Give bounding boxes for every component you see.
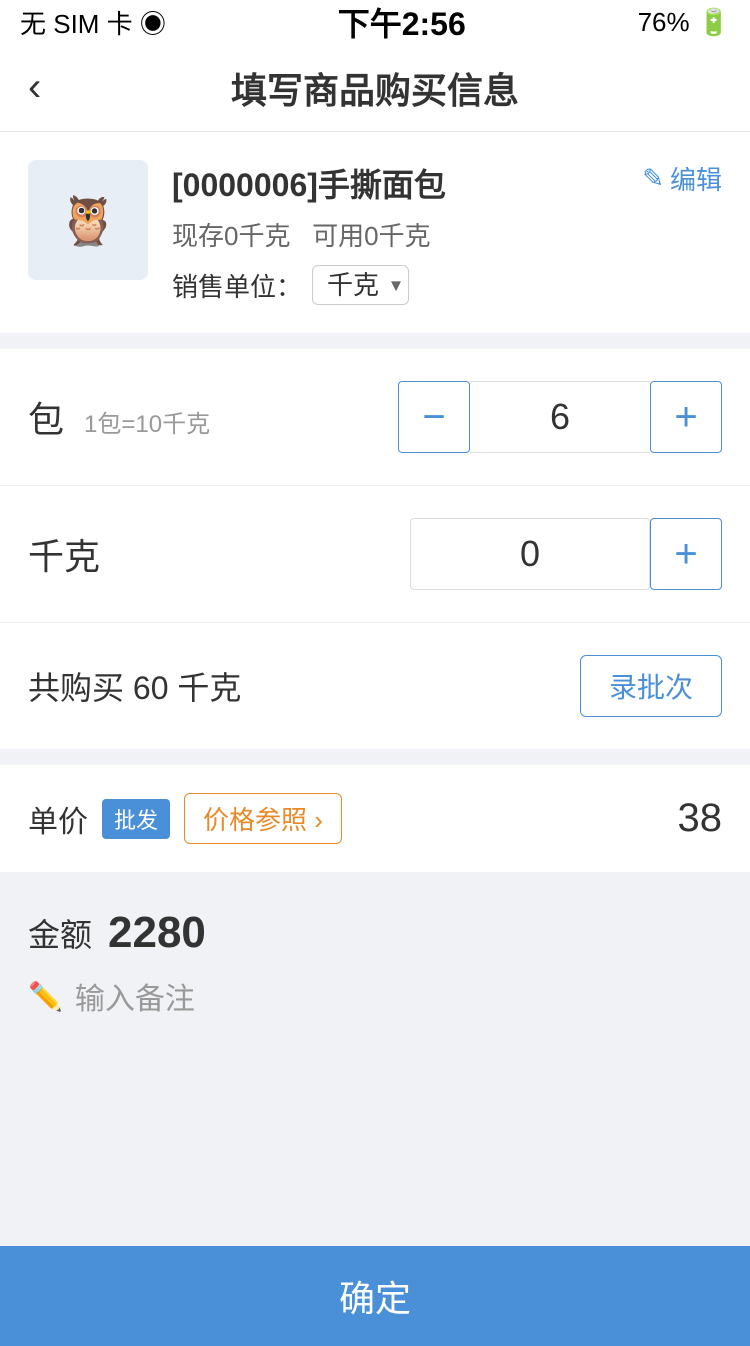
kg-quantity-controls: +	[410, 518, 722, 590]
content-spacer	[0, 1046, 750, 1246]
edit-icon: ✎	[642, 163, 664, 194]
product-info: [0000006]手撕面包 现存0千克 可用0千克 销售单位： 千克	[172, 160, 722, 305]
batch-tag: 批发	[102, 799, 170, 839]
total-row: 共购买 60 千克 录批次	[0, 623, 750, 749]
status-sim: 无 SIM 卡 ◉	[20, 4, 166, 41]
price-section: 单价 批发 价格参照 › 38	[0, 765, 750, 872]
bag-hint: 1包=10千克	[84, 411, 210, 438]
price-row: 单价 批发 价格参照 › 38	[0, 765, 750, 872]
unit-select-wrap[interactable]: 千克	[312, 265, 409, 305]
back-button[interactable]: ‹	[28, 65, 41, 110]
status-battery: 76% 🔋	[638, 7, 730, 38]
product-logo: 🦉	[58, 192, 118, 249]
bag-increase-button[interactable]: +	[650, 381, 722, 453]
price-label: 单价	[28, 797, 88, 841]
quantity-section: 包 1包=10千克 − + 千克 + 共购买 60 千克 录批次	[0, 349, 750, 749]
kg-increase-button[interactable]: +	[650, 518, 722, 590]
status-battery-text: 76%	[638, 7, 690, 38]
amount-row: 金额 2280	[28, 908, 722, 958]
remark-row[interactable]: ✏️ 输入备注	[28, 974, 722, 1046]
stock-available: 可用0千克	[312, 221, 430, 251]
product-name: [0000006]手撕面包	[172, 160, 722, 206]
status-time: 下午2:56	[338, 0, 466, 45]
batch-button[interactable]: 录批次	[580, 655, 722, 717]
page-title: 填写商品购买信息	[231, 62, 519, 114]
bag-decrease-button[interactable]: −	[398, 381, 470, 453]
nav-bar: ‹ 填写商品购买信息	[0, 44, 750, 132]
edit-label: 编辑	[670, 160, 722, 197]
edit-button[interactable]: ✎ 编辑	[642, 160, 722, 197]
product-stock: 现存0千克 可用0千克	[172, 216, 722, 253]
bag-quantity-row: 包 1包=10千克 − +	[0, 349, 750, 486]
amount-section: 金额 2280 ✏️ 输入备注	[0, 880, 750, 1046]
confirm-label: 确定	[339, 1270, 411, 1322]
battery-icon: 🔋	[698, 7, 730, 38]
price-value: 38	[678, 796, 723, 841]
bag-label-text: 包	[28, 399, 64, 440]
product-card: 🦉 [0000006]手撕面包 现存0千克 可用0千克 销售单位： 千克 ✎ 编…	[0, 132, 750, 333]
amount-label: 金额	[28, 910, 92, 956]
kg-quantity-row: 千克 +	[0, 486, 750, 623]
unit-label: 销售单位：	[172, 267, 302, 304]
product-image: 🦉	[28, 160, 148, 280]
price-reference-button[interactable]: 价格参照 ›	[184, 793, 342, 844]
kg-label: 千克	[28, 528, 410, 580]
product-unit-row: 销售单位： 千克	[172, 265, 722, 305]
bag-quantity-controls: − +	[398, 381, 722, 453]
stock-current: 现存0千克	[172, 221, 290, 251]
total-label: 共购买 60 千克	[28, 663, 241, 709]
pencil-icon: ✏️	[28, 980, 63, 1013]
confirm-button[interactable]: 确定	[0, 1246, 750, 1346]
kg-quantity-input[interactable]	[410, 518, 650, 590]
bag-label: 包 1包=10千克	[28, 391, 398, 443]
remark-placeholder: 输入备注	[75, 974, 195, 1018]
status-bar: 无 SIM 卡 ◉ 下午2:56 76% 🔋	[0, 0, 750, 44]
bag-quantity-input[interactable]	[470, 381, 650, 453]
unit-select[interactable]: 千克	[312, 265, 409, 305]
amount-value: 2280	[108, 908, 206, 958]
